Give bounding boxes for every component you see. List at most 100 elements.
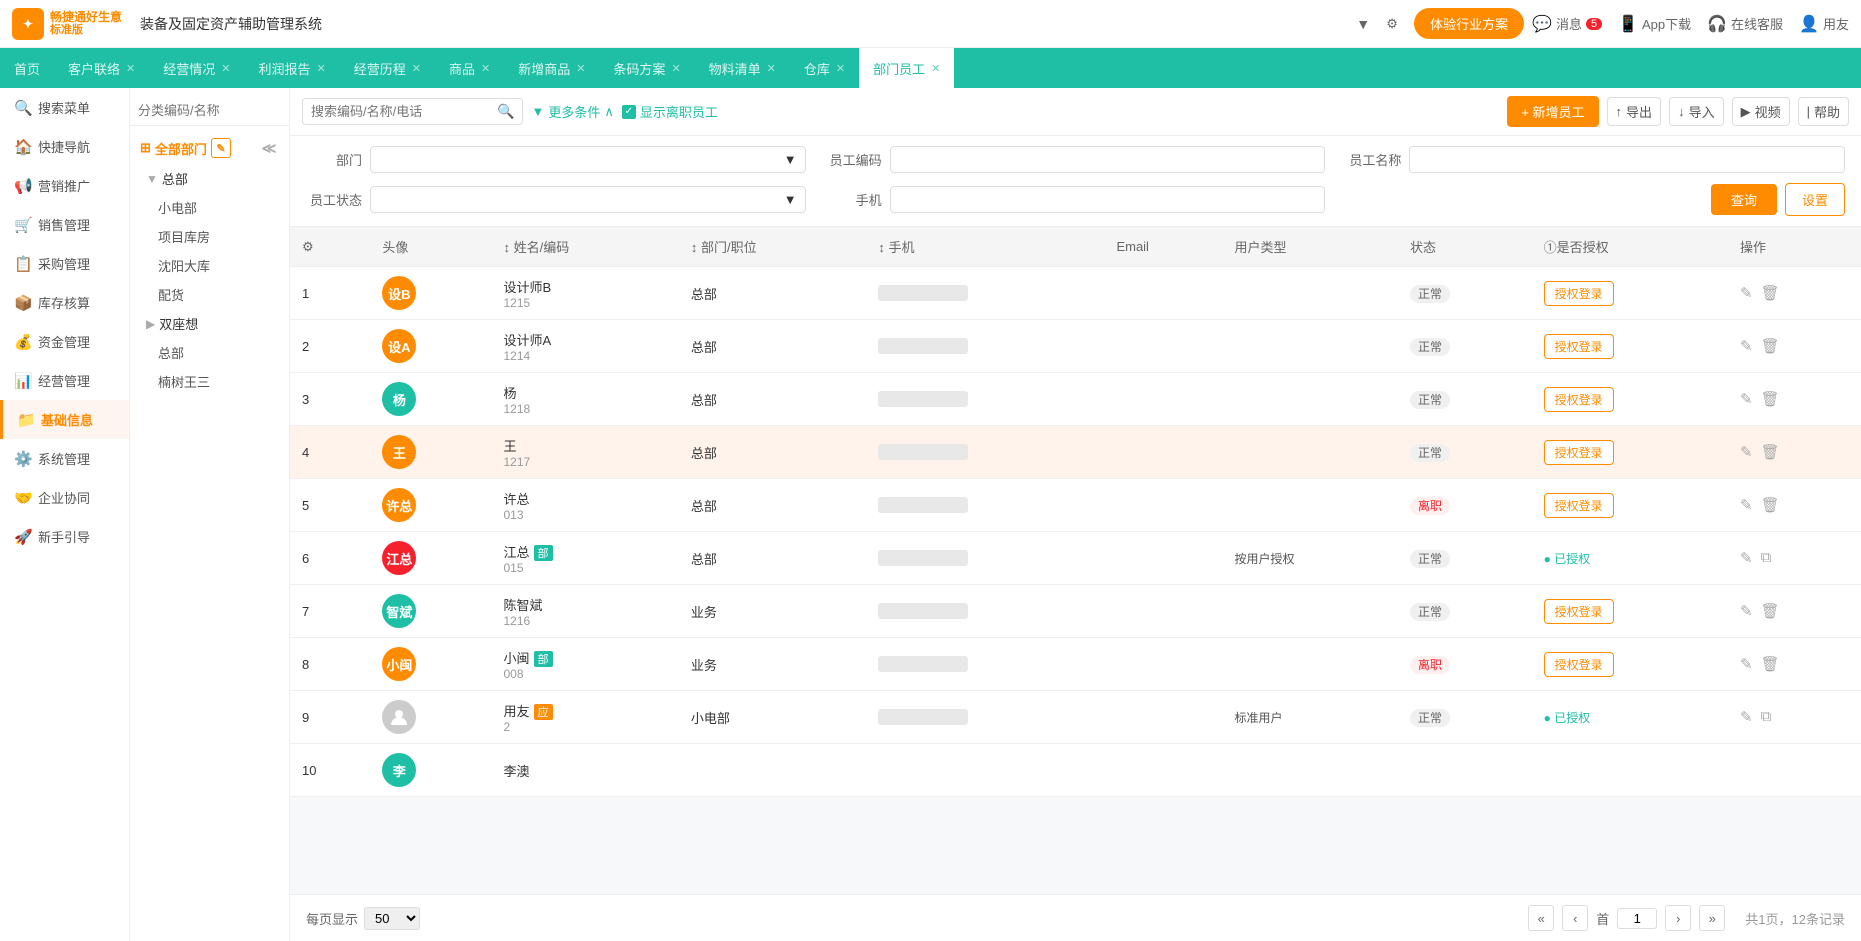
auth-button[interactable]: 授权登录: [1544, 493, 1614, 518]
edit-icon[interactable]: ✎: [1740, 390, 1753, 408]
auth-button[interactable]: 授权登录: [1544, 387, 1614, 412]
sidebar-item-system[interactable]: ⚙️ 系统管理: [0, 439, 129, 478]
dept-node-root[interactable]: ▼ 总部: [138, 164, 281, 193]
delete-icon[interactable]: 🗑: [1761, 284, 1780, 302]
dept-search-input[interactable]: [138, 103, 290, 118]
close-icon[interactable]: ✕: [576, 62, 585, 75]
online-service-btn[interactable]: 🎧 在线客服: [1707, 14, 1783, 34]
col-settings[interactable]: ⚙: [290, 227, 370, 267]
dept-node-nanshuwang[interactable]: 楠树王三: [138, 367, 281, 396]
copy-icon[interactable]: ⧉: [1761, 549, 1772, 567]
view-btn[interactable]: ▶ 视频: [1732, 97, 1790, 126]
delete-icon[interactable]: 🗑: [1761, 602, 1780, 620]
export-btn[interactable]: ↑ 导出: [1607, 97, 1662, 126]
delete-icon[interactable]: 🗑: [1761, 443, 1780, 461]
sidebar-item-marketing[interactable]: 📢 营销推广: [0, 166, 129, 205]
reset-btn[interactable]: 设置: [1785, 183, 1845, 216]
tab-customer[interactable]: 客户联络✕: [54, 48, 149, 88]
edit-icon[interactable]: ✎: [1740, 549, 1753, 567]
edit-icon[interactable]: ✎: [1740, 602, 1753, 620]
auth-button[interactable]: 授权登录: [1544, 599, 1614, 624]
next-page-btn[interactable]: ›: [1665, 905, 1691, 931]
sidebar-item-basic[interactable]: 📁 基础信息: [0, 400, 129, 439]
close-icon[interactable]: ✕: [412, 62, 421, 75]
close-icon[interactable]: ✕: [836, 62, 845, 75]
tab-bom[interactable]: 物料清单✕: [695, 48, 790, 88]
close-icon[interactable]: ✕: [317, 62, 326, 75]
tab-add-goods[interactable]: 新增商品✕: [504, 48, 599, 88]
dept-edit-btn[interactable]: ✎: [211, 138, 231, 158]
edit-icon[interactable]: ✎: [1740, 443, 1753, 461]
close-icon[interactable]: ✕: [126, 62, 135, 75]
col-dept[interactable]: ↕ 部门/职位: [679, 227, 866, 267]
sidebar-item-search[interactable]: 🔍 搜索菜单: [0, 88, 129, 127]
sidebar-item-collab[interactable]: 🤝 企业协同: [0, 478, 129, 517]
copy-icon[interactable]: ⧉: [1761, 708, 1772, 726]
user-btn[interactable]: 👤 用友: [1799, 14, 1849, 34]
empcode-input[interactable]: [890, 146, 1326, 173]
query-btn[interactable]: 查询: [1711, 184, 1777, 215]
col-name[interactable]: ↕ 姓名/编码: [491, 227, 678, 267]
dept-node-zongbu[interactable]: 总部: [138, 338, 281, 367]
app-download-btn[interactable]: 📱 App下载: [1618, 14, 1691, 34]
edit-icon[interactable]: ✎: [1740, 284, 1753, 302]
col-phone[interactable]: ↕ 手机: [866, 227, 1104, 267]
prev-page-btn[interactable]: ‹: [1562, 905, 1588, 931]
per-page-select[interactable]: 50 100: [364, 907, 420, 930]
sidebar-item-business[interactable]: 📊 经营管理: [0, 361, 129, 400]
sidebar-item-purchase[interactable]: 📋 采购管理: [0, 244, 129, 283]
add-employee-btn[interactable]: + 新增员工: [1507, 96, 1598, 127]
tab-profit[interactable]: 利润报告✕: [244, 48, 339, 88]
auth-button[interactable]: 授权登录: [1544, 334, 1614, 359]
edit-icon[interactable]: ✎: [1740, 655, 1753, 673]
sidebar-item-guide[interactable]: 🚀 新手引导: [0, 517, 129, 556]
sidebar-item-finance[interactable]: 💰 资金管理: [0, 322, 129, 361]
tab-warehouse[interactable]: 仓库✕: [790, 48, 859, 88]
tab-employees[interactable]: 部门员工✕: [859, 48, 954, 88]
filter-btn[interactable]: ▼ 更多条件 ∧: [531, 102, 613, 121]
import-btn[interactable]: ↓ 导入: [1669, 97, 1724, 126]
edit-icon[interactable]: ✎: [1740, 708, 1753, 726]
tab-barcode[interactable]: 条码方案✕: [599, 48, 694, 88]
auth-button[interactable]: 授权登录: [1544, 652, 1614, 677]
sidebar-item-inventory[interactable]: 📦 库存核算: [0, 283, 129, 322]
close-icon[interactable]: ✕: [931, 62, 940, 75]
auth-button[interactable]: 授权登录: [1544, 440, 1614, 465]
empname-input[interactable]: [1409, 146, 1845, 173]
delete-icon[interactable]: 🗑: [1761, 337, 1780, 355]
tab-home[interactable]: 首页: [0, 48, 54, 88]
page-input[interactable]: [1617, 908, 1657, 929]
close-icon[interactable]: ✕: [671, 62, 680, 75]
close-icon[interactable]: ✕: [221, 62, 230, 75]
dept-node-shenyang[interactable]: 沈阳大库: [138, 251, 281, 280]
search-input[interactable]: [311, 104, 491, 119]
close-icon[interactable]: ✕: [481, 62, 490, 75]
delete-icon[interactable]: 🗑: [1761, 655, 1780, 673]
show-resigned-toggle[interactable]: ✓ 显示离职员工: [622, 102, 718, 121]
close-icon[interactable]: ✕: [767, 62, 776, 75]
try-btn[interactable]: 体验行业方案: [1414, 8, 1524, 39]
dept-select[interactable]: ▼: [370, 146, 806, 173]
dept-node-xiaodian[interactable]: 小电部: [138, 193, 281, 222]
tab-operation[interactable]: 经营情况✕: [149, 48, 244, 88]
sidebar-item-sales[interactable]: 🛒 销售管理: [0, 205, 129, 244]
system-dropdown-btn[interactable]: ▼: [1356, 16, 1370, 32]
dept-node-shuangzuo[interactable]: ▶ 双座想: [138, 309, 281, 338]
help-btn[interactable]: | 帮助: [1798, 97, 1849, 126]
message-btn[interactable]: 💬 消息 5: [1532, 14, 1602, 34]
first-page-btn[interactable]: «: [1528, 905, 1554, 931]
dept-node-peihuo[interactable]: 配货: [138, 280, 281, 309]
last-page-btn[interactable]: »: [1699, 905, 1725, 931]
tab-history[interactable]: 经营历程✕: [340, 48, 435, 88]
settings-icon[interactable]: ⚙: [1378, 10, 1406, 38]
auth-button[interactable]: 授权登录: [1544, 281, 1614, 306]
delete-icon[interactable]: 🗑: [1761, 390, 1780, 408]
empstatus-select[interactable]: ▼: [370, 186, 806, 213]
dept-node-project[interactable]: 项目库房: [138, 222, 281, 251]
tab-goods[interactable]: 商品✕: [435, 48, 504, 88]
sidebar-item-nav[interactable]: 🏠 快捷导航: [0, 127, 129, 166]
edit-icon[interactable]: ✎: [1740, 337, 1753, 355]
edit-icon[interactable]: ✎: [1740, 496, 1753, 514]
dept-collapse-btn[interactable]: ≪: [259, 138, 279, 158]
delete-icon[interactable]: 🗑: [1761, 496, 1780, 514]
